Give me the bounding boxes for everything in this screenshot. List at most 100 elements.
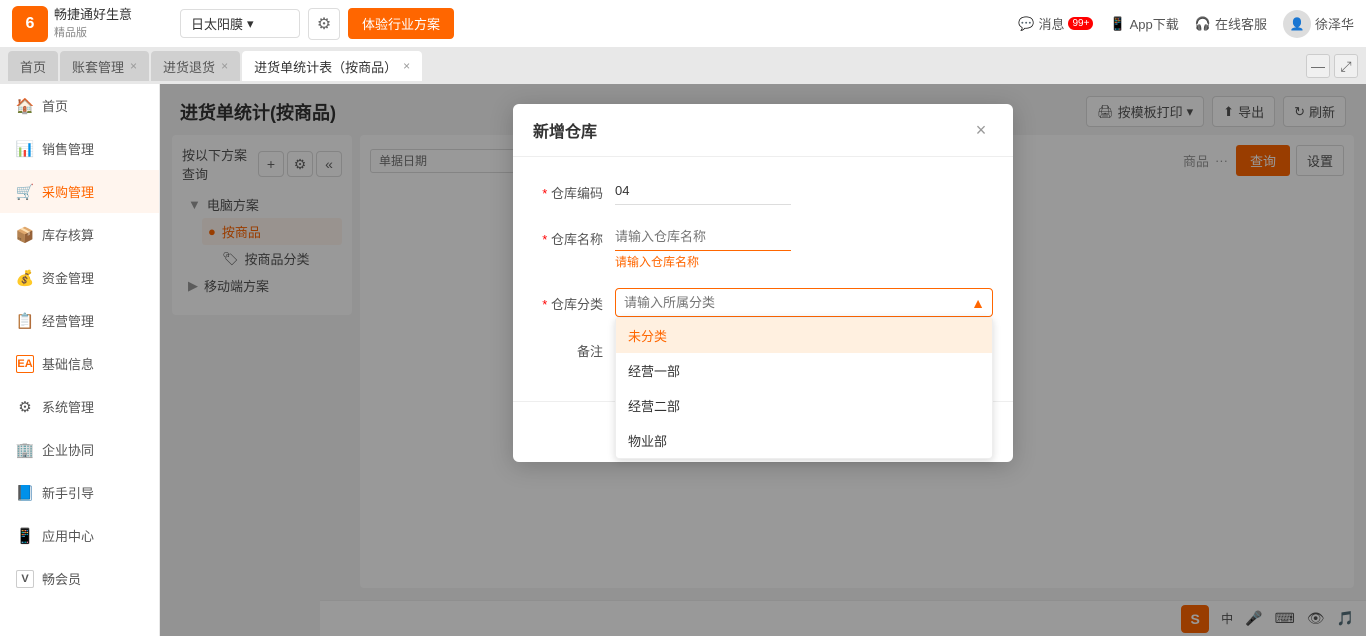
- nav-right: 💬 消息 99+ 📱 App下载 🎧 在线客服 👤 徐泽华: [1018, 10, 1354, 38]
- note-label: 备注: [533, 335, 603, 360]
- tab-expand-button[interactable]: ⤢: [1334, 54, 1358, 78]
- new-warehouse-modal: 新增仓库 × * 仓库编码: [513, 104, 1013, 462]
- sidebar-enterprise-label: 企业协同: [42, 440, 94, 459]
- system-icon: ⚙: [16, 398, 34, 416]
- trial-button[interactable]: 体验行业方案: [348, 8, 454, 39]
- code-label: * 仓库编码: [533, 177, 603, 202]
- name-input-wrap: 请输入仓库名称: [615, 223, 993, 270]
- name-input[interactable]: [615, 223, 791, 251]
- username: 徐泽华: [1315, 14, 1354, 33]
- sidebar-sales-label: 销售管理: [42, 139, 94, 158]
- classification-input[interactable]: [615, 288, 993, 317]
- sidebar-item-operation[interactable]: 📋 经营管理: [0, 299, 159, 342]
- code-row: * 仓库编码: [533, 177, 993, 205]
- name-error-msg: 请输入仓库名称: [615, 253, 993, 270]
- sidebar-home-label: 首页: [42, 96, 68, 115]
- tab-purchase-return[interactable]: 进货退货 ×: [151, 51, 240, 81]
- tab-purchase-return-close-icon[interactable]: ×: [221, 59, 228, 73]
- code-input-wrap: [615, 177, 993, 205]
- code-input[interactable]: [615, 177, 791, 205]
- tab-home-label: 首页: [20, 57, 46, 76]
- name-row: * 仓库名称 请输入仓库名称: [533, 223, 993, 270]
- purchase-icon: 🛒: [16, 183, 34, 201]
- member-icon: V: [16, 570, 34, 588]
- finance-icon: 💰: [16, 269, 34, 287]
- main-layout: 🏠 首页 📊 销售管理 🛒 采购管理 📦 库存核算 💰 资金管理 📋 经营管理 …: [0, 84, 1366, 636]
- modal-body: * 仓库编码 * 仓库名称: [513, 157, 1013, 401]
- tab-controls: — ⤢: [1306, 54, 1358, 78]
- app-download-label: App下载: [1130, 14, 1179, 33]
- tab-purchase-stats-close-icon[interactable]: ×: [403, 59, 410, 73]
- dropdown-item-dept2[interactable]: 经营二部: [616, 388, 992, 423]
- tab-account-close-icon[interactable]: ×: [130, 59, 137, 73]
- sidebar-item-system[interactable]: ⚙ 系统管理: [0, 385, 159, 428]
- modal-close-button[interactable]: ×: [969, 118, 993, 142]
- app-name: 畅捷通好生意: [54, 7, 132, 24]
- dropdown-item-dept1[interactable]: 经营一部: [616, 353, 992, 388]
- sidebar-inventory-label: 库存核算: [42, 225, 94, 244]
- messages-badge: 99+: [1068, 17, 1093, 30]
- classification-label: * 仓库分类: [533, 288, 603, 313]
- online-service-button[interactable]: 🎧 在线客服: [1195, 14, 1267, 33]
- home-icon: 🏠: [16, 97, 34, 115]
- sidebar-item-guide[interactable]: 📘 新手引导: [0, 471, 159, 514]
- store-name: 日太阳膜: [191, 14, 243, 33]
- sidebar-apps-label: 应用中心: [42, 526, 94, 545]
- sidebar-item-enterprise[interactable]: 🏢 企业协同: [0, 428, 159, 471]
- inventory-icon: 📦: [16, 226, 34, 244]
- guide-icon: 📘: [16, 484, 34, 502]
- online-service-label: 在线客服: [1215, 14, 1267, 33]
- modal-header: 新增仓库 ×: [513, 104, 1013, 157]
- sidebar-item-sales[interactable]: 📊 销售管理: [0, 127, 159, 170]
- sidebar-operation-label: 经营管理: [42, 311, 94, 330]
- settings-button[interactable]: ⚙: [308, 8, 340, 40]
- basic-info-icon: EA: [16, 355, 34, 373]
- sidebar-item-finance[interactable]: 💰 资金管理: [0, 256, 159, 299]
- sidebar-purchase-label: 采购管理: [42, 182, 94, 201]
- tab-purchase-stats[interactable]: 进货单统计表（按商品） ×: [242, 51, 422, 81]
- sidebar-item-purchase[interactable]: 🛒 采购管理: [0, 170, 159, 213]
- classification-row: * 仓库分类 ▲ 未分类 经营一部 经营二部 物业部: [533, 288, 993, 317]
- store-selector[interactable]: 日太阳膜 ▾: [180, 9, 300, 38]
- tab-purchase-return-label: 进货退货: [163, 57, 215, 76]
- top-navbar: 6 畅捷通好生意 精品版 日太阳膜 ▾ ⚙ 体验行业方案 💬 消息 99+ 📱 …: [0, 0, 1366, 48]
- enterprise-icon: 🏢: [16, 441, 34, 459]
- operation-icon: 📋: [16, 312, 34, 330]
- app-download-button[interactable]: 📱 App下载: [1109, 14, 1178, 33]
- user-area[interactable]: 👤 徐泽华: [1283, 10, 1354, 38]
- classification-dropdown: 未分类 经营一部 经营二部 物业部: [615, 317, 993, 459]
- tab-bar: 首页 账套管理 × 进货退货 × 进货单统计表（按商品） × — ⤢: [0, 48, 1366, 84]
- tab-account[interactable]: 账套管理 ×: [60, 51, 149, 81]
- apps-icon: 📱: [16, 527, 34, 545]
- sidebar-item-inventory[interactable]: 📦 库存核算: [0, 213, 159, 256]
- store-chevron-icon: ▾: [247, 16, 254, 32]
- classification-arrow-icon[interactable]: ▲: [971, 295, 985, 311]
- sidebar-finance-label: 资金管理: [42, 268, 94, 287]
- tab-account-label: 账套管理: [72, 57, 124, 76]
- app-logo-icon: 6: [12, 6, 48, 42]
- app-badge: 精品版: [54, 24, 132, 40]
- tab-purchase-stats-label: 进货单统计表（按商品）: [254, 57, 397, 76]
- dropdown-item-dept3[interactable]: 物业部: [616, 423, 992, 458]
- dropdown-item-unclassified[interactable]: 未分类: [616, 318, 992, 353]
- sidebar-item-home[interactable]: 🏠 首页: [0, 84, 159, 127]
- modal-title: 新增仓库: [533, 118, 597, 142]
- tab-home[interactable]: 首页: [8, 51, 58, 81]
- sidebar-item-member[interactable]: V 畅会员: [0, 557, 159, 600]
- messages-button[interactable]: 💬 消息 99+: [1018, 14, 1093, 33]
- content-area: 进货单统计(按商品) 🖨 按模板打印 ▾ ⬆ 导出 ↻ 刷新: [160, 84, 1366, 636]
- headset-icon: 🎧: [1195, 16, 1211, 32]
- message-icon: 💬: [1018, 16, 1034, 32]
- logo-area: 6 畅捷通好生意 精品版: [12, 6, 172, 42]
- sidebar-item-basic-info[interactable]: EA 基础信息: [0, 342, 159, 385]
- phone-icon: 📱: [1109, 16, 1125, 32]
- modal-overlay: 新增仓库 × * 仓库编码: [160, 84, 1366, 636]
- sidebar-item-apps[interactable]: 📱 应用中心: [0, 514, 159, 557]
- sidebar-basic-info-label: 基础信息: [42, 354, 94, 373]
- avatar: 👤: [1283, 10, 1311, 38]
- sales-icon: 📊: [16, 140, 34, 158]
- name-label: * 仓库名称: [533, 223, 603, 248]
- sidebar-guide-label: 新手引导: [42, 483, 94, 502]
- tab-minimize-button[interactable]: —: [1306, 54, 1330, 78]
- messages-label: 消息: [1038, 14, 1064, 33]
